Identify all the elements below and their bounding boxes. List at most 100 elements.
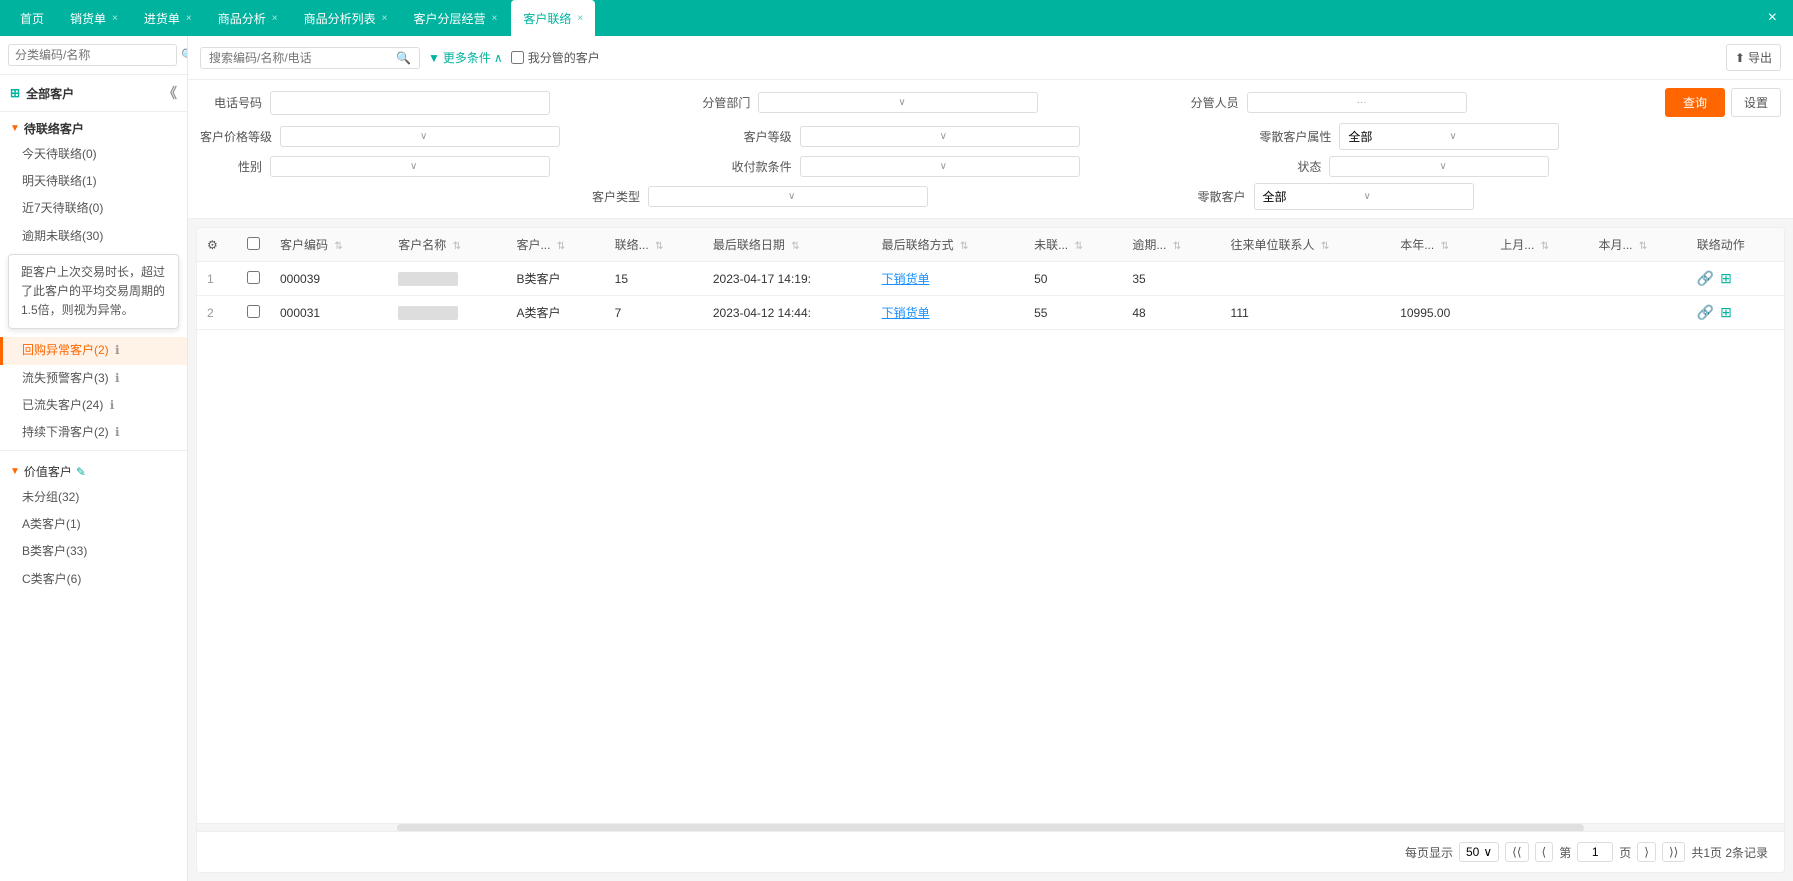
th-contact-count[interactable]: 联络... ⇅ bbox=[605, 228, 703, 262]
nav-tab-purchase[interactable]: 进货单 × bbox=[132, 0, 204, 36]
nav-tab-customer-segmentation[interactable]: 客户分层经营 × bbox=[401, 0, 509, 36]
sidebar-search-icon[interactable]: 🔍 bbox=[181, 48, 188, 62]
per-page-select[interactable]: 50 ∨ bbox=[1459, 842, 1499, 862]
table-settings-icon[interactable]: ⚙ bbox=[207, 238, 218, 252]
last-page-button[interactable]: ⟩⟩ bbox=[1662, 842, 1685, 862]
search-input[interactable] bbox=[209, 51, 396, 65]
action-link-icon[interactable]: 🔗 bbox=[1697, 270, 1714, 287]
nav-tab-home[interactable]: 首页 bbox=[8, 0, 56, 36]
setting-button[interactable]: 设置 bbox=[1731, 88, 1781, 117]
info-icon-abnormal: ℹ bbox=[115, 343, 120, 357]
export-button[interactable]: ⬆ 导出 bbox=[1726, 44, 1781, 71]
filter-phone-label: 电话号码 bbox=[200, 94, 270, 111]
sidebar-item-lost[interactable]: 已流失客户(24) ℹ bbox=[0, 392, 187, 419]
sidebar-item-abnormal[interactable]: 回购异常客户(2) ℹ bbox=[0, 337, 187, 364]
sort-code-icon: ⇅ bbox=[334, 241, 342, 252]
last-contact-method-link[interactable]: 下销货单 bbox=[882, 272, 930, 286]
sort-this-year-icon: ⇅ bbox=[1441, 241, 1449, 252]
info-icon-lost-warning: ℹ bbox=[115, 371, 120, 385]
nav-tab-sales-close[interactable]: × bbox=[112, 13, 118, 24]
filter-customer-level-label: 客户等级 bbox=[730, 128, 800, 145]
filter-status-select[interactable]: ∨ bbox=[1329, 156, 1549, 177]
nav-tab-product-analysis[interactable]: 商品分析 × bbox=[206, 0, 290, 36]
sidebar-collapse-button[interactable]: 《 bbox=[163, 83, 177, 103]
cell-contact-count: 15 bbox=[605, 262, 703, 296]
nav-tab-sales[interactable]: 销货单 × bbox=[58, 0, 130, 36]
edit-value-group-icon[interactable]: ✎ bbox=[76, 465, 86, 479]
nav-tab-product-list[interactable]: 商品分析列表 × bbox=[292, 0, 400, 36]
select-all-checkbox[interactable] bbox=[247, 237, 260, 250]
filter-customer-type-field: 客户类型 ∨ bbox=[578, 186, 1176, 207]
filter-price-level-select[interactable]: ∨ bbox=[280, 126, 560, 147]
table-area: ⚙ 客户编码 ⇅ 客户名称 ⇅ bbox=[196, 227, 1785, 873]
sidebar-value-group-title[interactable]: ▼ 价值客户 ✎ bbox=[0, 459, 187, 484]
nav-tab-product-analysis-close[interactable]: × bbox=[272, 13, 278, 24]
last-contact-method-link[interactable]: 下销货单 bbox=[882, 306, 930, 320]
nav-tab-customer-contact-close[interactable]: × bbox=[577, 13, 583, 24]
row-checkbox[interactable] bbox=[247, 271, 260, 284]
search-icon[interactable]: 🔍 bbox=[396, 51, 411, 65]
nav-tab-customer-segmentation-close[interactable]: × bbox=[491, 13, 497, 24]
sort-last-contact-date-icon: ⇅ bbox=[791, 241, 799, 252]
query-button[interactable]: 查询 bbox=[1665, 88, 1725, 117]
th-last-contact-method[interactable]: 最后联络方式 ⇅ bbox=[872, 228, 1025, 262]
th-last-contact-date[interactable]: 最后联络日期 ⇅ bbox=[703, 228, 872, 262]
action-link-icon[interactable]: 🔗 bbox=[1697, 304, 1714, 321]
sidebar-item-declining[interactable]: 持续下滑客户(2) ℹ bbox=[0, 419, 187, 446]
table-row: 2 000031 A类客户 7 2023-04-12 14:44: 下销货单 5… bbox=[197, 296, 1784, 330]
nav-tab-purchase-close[interactable]: × bbox=[186, 13, 192, 24]
sidebar-item-lost-warning[interactable]: 流失预警客户(3) ℹ bbox=[0, 365, 187, 392]
th-overdue[interactable]: 逾期... ⇅ bbox=[1122, 228, 1220, 262]
filter-phone-input[interactable] bbox=[270, 91, 550, 115]
cell-this-year bbox=[1390, 262, 1490, 296]
filter-price-level-label: 客户价格等级 bbox=[200, 128, 280, 145]
horizontal-scrollbar[interactable] bbox=[197, 823, 1784, 831]
page-unit-label: 页 bbox=[1619, 844, 1631, 861]
sidebar-search-input[interactable] bbox=[8, 44, 177, 66]
window-close-button[interactable]: × bbox=[1760, 9, 1785, 27]
sidebar-item-class-b[interactable]: B类客户(33) bbox=[0, 538, 187, 565]
page-number-input[interactable] bbox=[1577, 842, 1613, 862]
cell-last-month bbox=[1490, 296, 1588, 330]
first-page-button[interactable]: ⟨⟨ bbox=[1505, 842, 1528, 862]
filter-gender-select[interactable]: ∨ bbox=[270, 156, 550, 177]
sidebar-item-ungroup[interactable]: 未分组(32) bbox=[0, 484, 187, 511]
sidebar-item-today[interactable]: 今天待联络(0) bbox=[0, 141, 187, 168]
filter-payment-select[interactable]: ∨ bbox=[800, 156, 1080, 177]
nav-tab-customer-contact[interactable]: 客户联络 × bbox=[511, 0, 595, 36]
filter-icon: ▼ bbox=[428, 51, 440, 65]
th-type[interactable]: 客户... ⇅ bbox=[506, 228, 604, 262]
filter-zero-retail-attr-select[interactable]: 全部 ∨ bbox=[1339, 123, 1559, 150]
th-this-month[interactable]: 本月... ⇅ bbox=[1589, 228, 1687, 262]
filter-zero-retail-select[interactable]: 全部 ∨ bbox=[1254, 183, 1474, 210]
zero-retail-attr-select-arrow: ∨ bbox=[1449, 131, 1550, 142]
sidebar-item-7days[interactable]: 近7天待联络(0) bbox=[0, 195, 187, 222]
filter-customer-type-select[interactable]: ∨ bbox=[648, 186, 928, 207]
more-conditions-button[interactable]: ▼ 更多条件 ∧ bbox=[428, 49, 503, 66]
sidebar-item-class-a[interactable]: A类客户(1) bbox=[0, 511, 187, 538]
customer-name-blurred bbox=[398, 272, 458, 286]
my-customer-checkbox[interactable] bbox=[511, 51, 524, 64]
cell-last-contact-date: 2023-04-12 14:44: bbox=[703, 296, 872, 330]
prev-page-button[interactable]: ⟨ bbox=[1535, 842, 1554, 862]
action-more-icon[interactable]: ⊞ bbox=[1720, 304, 1732, 321]
th-unit-contact[interactable]: 往来单位联系人 ⇅ bbox=[1221, 228, 1391, 262]
zero-retail-select-arrow: ∨ bbox=[1364, 191, 1465, 202]
cell-type: B类客户 bbox=[506, 262, 604, 296]
th-last-month[interactable]: 上月... ⇅ bbox=[1490, 228, 1588, 262]
th-this-year[interactable]: 本年... ⇅ bbox=[1390, 228, 1490, 262]
nav-tab-product-list-close[interactable]: × bbox=[382, 13, 388, 24]
filter-customer-level-select[interactable]: ∨ bbox=[800, 126, 1080, 147]
sidebar-item-class-c[interactable]: C类客户(6) bbox=[0, 566, 187, 593]
filter-manager-select[interactable]: ··· bbox=[1247, 92, 1467, 113]
next-page-button[interactable]: ⟩ bbox=[1637, 842, 1656, 862]
th-unreplied[interactable]: 未联... ⇅ bbox=[1024, 228, 1122, 262]
sidebar-item-overdue[interactable]: 逾期未联络(30) bbox=[0, 223, 187, 250]
sidebar-pending-group-title[interactable]: ▼ 待联络客户 bbox=[0, 116, 187, 141]
row-checkbox[interactable] bbox=[247, 305, 260, 318]
filter-department-select[interactable]: ∨ bbox=[758, 92, 1038, 113]
th-code[interactable]: 客户编码 ⇅ bbox=[270, 228, 388, 262]
action-more-icon[interactable]: ⊞ bbox=[1720, 270, 1732, 287]
sidebar-item-tomorrow[interactable]: 明天待联络(1) bbox=[0, 168, 187, 195]
th-name[interactable]: 客户名称 ⇅ bbox=[388, 228, 506, 262]
